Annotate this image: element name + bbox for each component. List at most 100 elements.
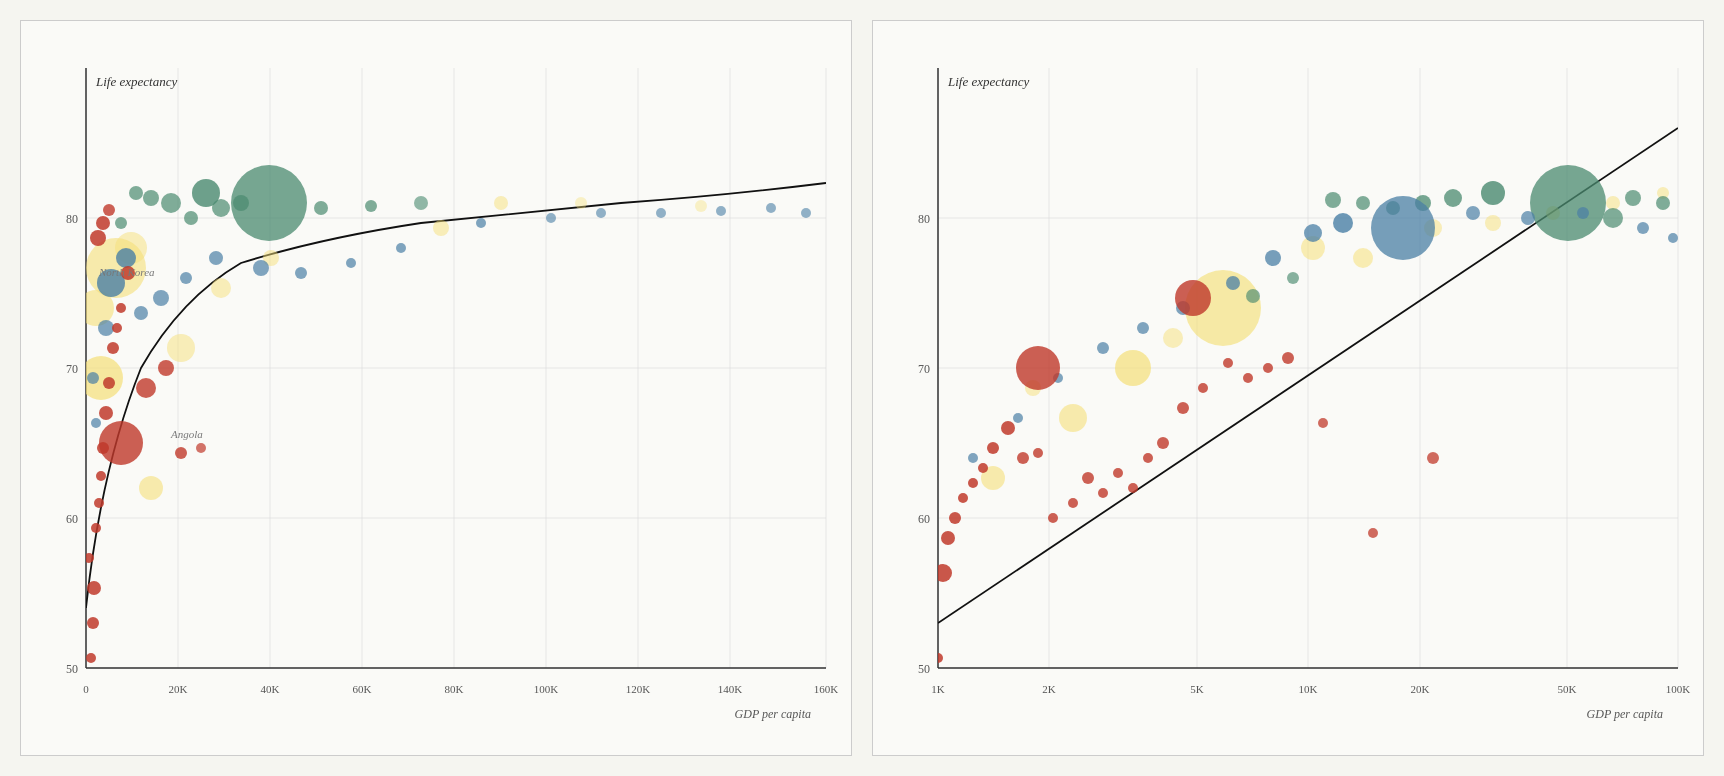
svg-point-92: [175, 447, 187, 459]
svg-text:50K: 50K: [1558, 683, 1577, 695]
svg-text:80: 80: [918, 212, 930, 226]
svg-text:5K: 5K: [1190, 683, 1204, 695]
svg-point-185: [1157, 437, 1169, 449]
svg-text:50: 50: [918, 662, 930, 676]
svg-point-61: [153, 290, 169, 306]
svg-text:60: 60: [918, 512, 930, 526]
svg-point-168: [934, 564, 952, 582]
svg-point-193: [1016, 346, 1060, 390]
svg-text:160K: 160K: [814, 683, 839, 695]
svg-point-51: [233, 195, 249, 211]
svg-point-165: [1577, 207, 1589, 219]
svg-point-74: [801, 208, 811, 218]
svg-point-167: [1668, 233, 1678, 243]
svg-point-56: [116, 248, 136, 268]
svg-text:1K: 1K: [931, 683, 945, 695]
svg-point-196: [1368, 528, 1378, 538]
svg-point-42: [695, 200, 707, 212]
svg-point-192: [1175, 280, 1211, 316]
svg-point-161: [1013, 413, 1023, 423]
svg-point-180: [1082, 472, 1094, 484]
svg-point-50: [212, 199, 230, 217]
svg-point-174: [987, 442, 999, 454]
svg-point-187: [1198, 383, 1208, 393]
svg-point-46: [143, 190, 159, 206]
svg-point-173: [978, 463, 988, 473]
svg-point-164: [1521, 211, 1535, 225]
svg-point-76: [87, 617, 99, 629]
svg-point-194: [1427, 452, 1439, 464]
svg-point-191: [1282, 352, 1294, 364]
svg-point-155: [1265, 250, 1281, 266]
svg-point-170: [949, 512, 961, 524]
svg-point-95: [96, 216, 110, 230]
svg-point-152: [1371, 196, 1435, 260]
svg-point-45: [161, 193, 181, 213]
svg-point-47: [129, 186, 143, 200]
svg-text:50: 50: [66, 662, 78, 676]
svg-point-181: [1098, 488, 1108, 498]
svg-point-60: [134, 306, 148, 320]
svg-point-151: [1287, 272, 1299, 284]
svg-text:GDP per capita: GDP per capita: [735, 707, 811, 721]
svg-point-153: [1333, 213, 1353, 233]
linear-chart: 80 70 60 50 0 20K 40K 60K 80K 100K 120K …: [20, 20, 852, 756]
svg-point-162: [968, 453, 978, 463]
svg-point-149: [1603, 208, 1623, 228]
svg-point-52: [314, 201, 328, 215]
svg-point-83: [99, 406, 113, 420]
svg-text:10K: 10K: [1299, 683, 1318, 695]
svg-point-183: [1128, 483, 1138, 493]
svg-point-188: [1223, 358, 1233, 368]
svg-point-190: [1263, 363, 1273, 373]
svg-text:GDP per capita: GDP per capita: [1587, 707, 1663, 721]
svg-point-140: [1530, 165, 1606, 241]
svg-point-96: [103, 204, 115, 216]
svg-text:20K: 20K: [1411, 683, 1430, 695]
svg-text:70: 70: [66, 362, 78, 376]
svg-text:80: 80: [66, 212, 78, 226]
charts-container: 80 70 60 50 0 20K 40K 60K 80K 100K 120K …: [0, 0, 1724, 776]
svg-point-154: [1304, 224, 1322, 242]
svg-point-148: [1656, 196, 1670, 210]
svg-point-70: [596, 208, 606, 218]
svg-point-179: [1068, 498, 1078, 508]
svg-point-175: [1001, 421, 1015, 435]
svg-point-166: [1637, 222, 1649, 234]
svg-point-40: [494, 196, 508, 210]
svg-point-54: [414, 196, 428, 210]
svg-point-66: [346, 258, 356, 268]
svg-point-171: [958, 493, 968, 503]
svg-point-58: [87, 372, 99, 384]
svg-point-197: [933, 653, 943, 663]
svg-point-186: [1177, 402, 1189, 414]
svg-point-36: [167, 334, 195, 362]
svg-point-159: [1097, 342, 1109, 354]
svg-point-77: [87, 581, 101, 595]
svg-point-142: [1444, 189, 1462, 207]
svg-point-147: [1625, 190, 1641, 206]
svg-text:0: 0: [83, 683, 89, 695]
svg-point-72: [716, 206, 726, 216]
svg-point-132: [1353, 248, 1373, 268]
log-chart: 80 70 60 50 1K 2K 5K 10K 20K 50K 100K Li…: [872, 20, 1704, 756]
svg-point-90: [136, 378, 156, 398]
svg-point-64: [253, 260, 269, 276]
svg-point-178: [1048, 513, 1058, 523]
svg-point-80: [94, 498, 104, 508]
svg-point-75: [86, 653, 96, 663]
svg-text:Angola: Angola: [170, 428, 203, 440]
svg-point-169: [941, 531, 955, 545]
svg-point-182: [1113, 468, 1123, 478]
svg-point-184: [1143, 453, 1153, 463]
svg-point-41: [575, 197, 587, 209]
svg-point-49: [184, 211, 198, 225]
svg-point-89: [99, 421, 143, 465]
svg-text:60K: 60K: [353, 683, 372, 695]
svg-point-48: [115, 217, 127, 229]
svg-point-37: [211, 278, 231, 298]
svg-point-87: [116, 303, 126, 313]
svg-point-150: [1246, 289, 1260, 303]
svg-text:70: 70: [918, 362, 930, 376]
svg-point-138: [1163, 328, 1183, 348]
